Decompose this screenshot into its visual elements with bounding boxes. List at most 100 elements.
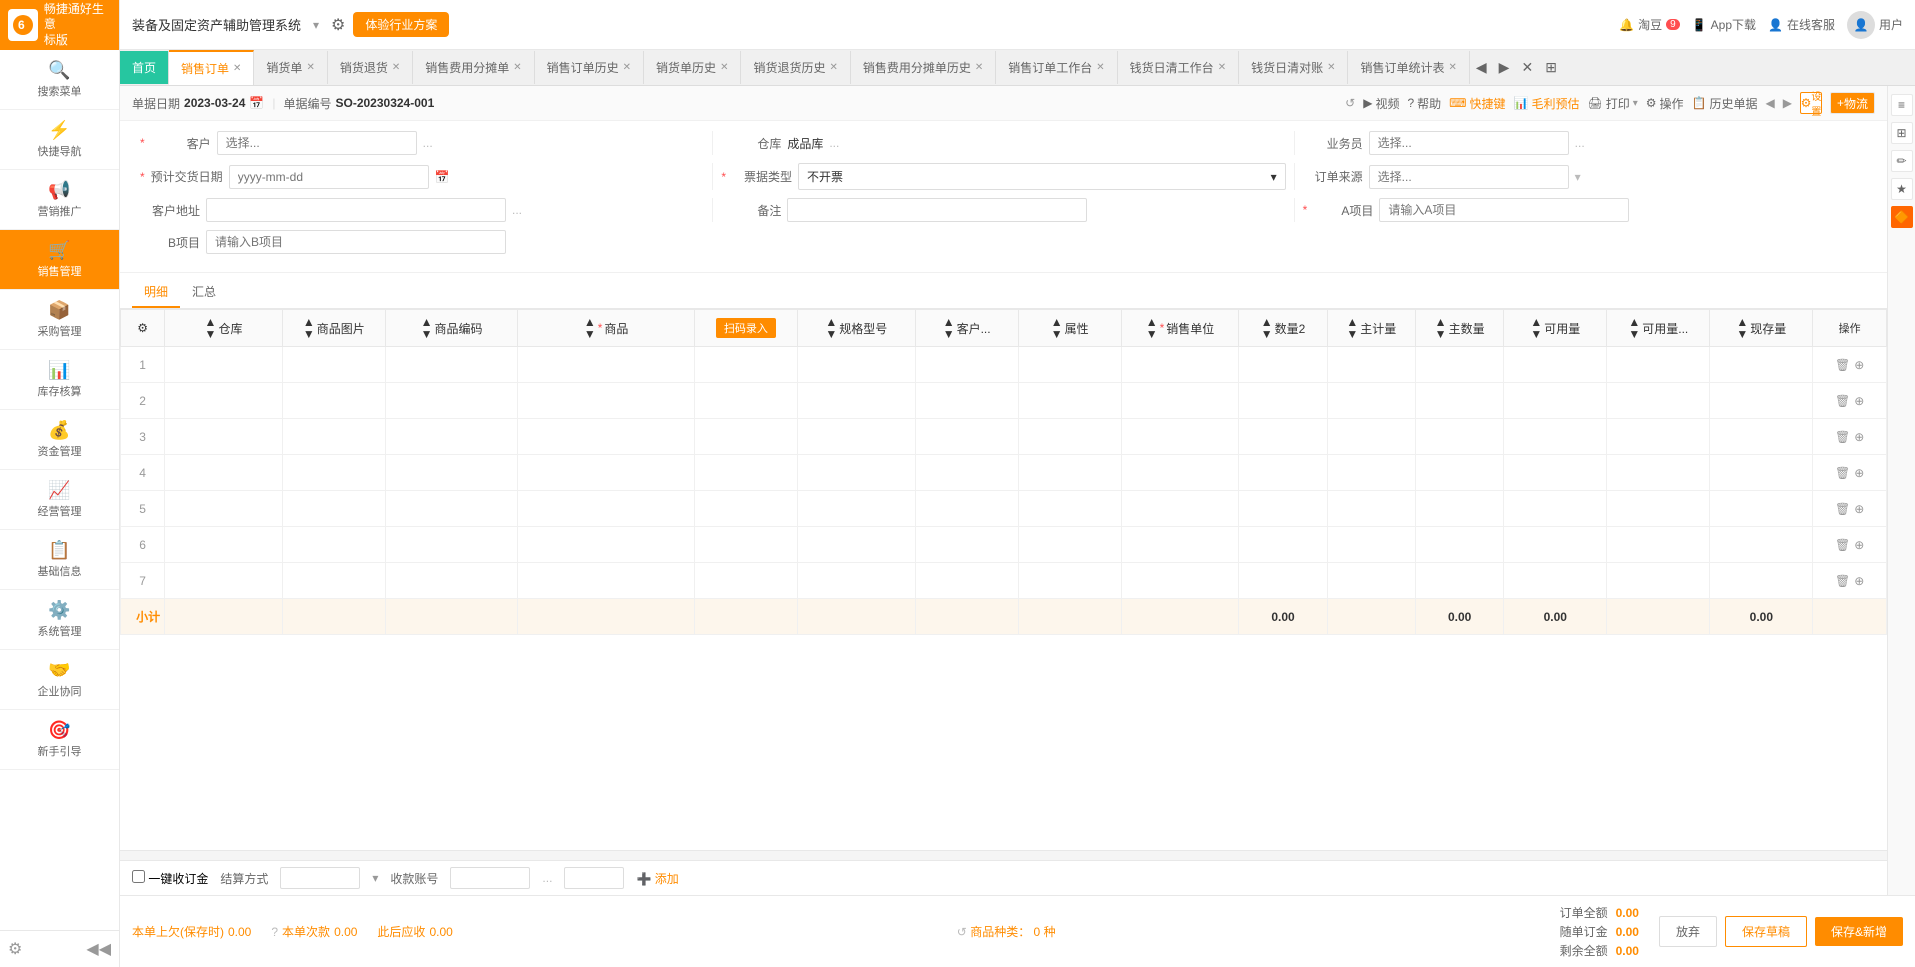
- input-spec[interactable]: [802, 574, 911, 588]
- tab-8[interactable]: 销售订单工作台✕: [996, 51, 1117, 84]
- cell-image[interactable]: [282, 419, 385, 455]
- cell-spec[interactable]: [797, 527, 915, 563]
- input-avail2[interactable]: [1611, 574, 1705, 588]
- cell-attr[interactable]: [1018, 455, 1121, 491]
- cell-main_unit[interactable]: [1327, 491, 1415, 527]
- input-main_unit[interactable]: [1332, 538, 1411, 552]
- input-current[interactable]: [1714, 574, 1808, 588]
- save-new-btn[interactable]: 保存&新增: [1815, 917, 1903, 946]
- cell-warehouse[interactable]: [165, 563, 283, 599]
- cell-avail[interactable]: [1504, 563, 1607, 599]
- profit-btn[interactable]: 📊毛利预估: [1514, 95, 1580, 112]
- app-download-btn[interactable]: 📱 App下载: [1692, 16, 1756, 33]
- cell-avail2[interactable]: [1607, 455, 1710, 491]
- input-scan[interactable]: [699, 358, 793, 372]
- amount-input[interactable]: 0.00: [564, 867, 624, 889]
- cell-unit[interactable]: [1121, 419, 1239, 455]
- sidebar-item-5[interactable]: 📊库存核算: [0, 350, 119, 410]
- cell-avail2[interactable]: [1607, 347, 1710, 383]
- input-customer_code[interactable]: [920, 466, 1014, 480]
- input-image[interactable]: [287, 538, 381, 552]
- cell-code[interactable]: [385, 383, 517, 419]
- cell-scan[interactable]: [694, 491, 797, 527]
- cell-code[interactable]: [385, 563, 517, 599]
- delete-row-icon[interactable]: 🗑: [1835, 538, 1850, 552]
- input-image[interactable]: [287, 502, 381, 516]
- add-payment-btn[interactable]: ➕ 添加: [636, 870, 678, 887]
- cell-unit[interactable]: [1121, 491, 1239, 527]
- input-avail2[interactable]: [1611, 538, 1705, 552]
- cell-unit[interactable]: [1121, 383, 1239, 419]
- account-input[interactable]: [450, 867, 530, 889]
- cell-spec[interactable]: [797, 419, 915, 455]
- inner-tab-0[interactable]: 明细: [132, 277, 180, 308]
- tab-close-9[interactable]: ✕: [1218, 62, 1226, 73]
- input-main_qty[interactable]: [1420, 466, 1499, 480]
- cell-avail[interactable]: [1504, 491, 1607, 527]
- nav-prev-icon[interactable]: ◀: [1766, 96, 1775, 110]
- cell-spec[interactable]: [797, 455, 915, 491]
- gear-th-icon[interactable]: ⚙: [137, 321, 148, 335]
- discard-btn[interactable]: 放弃: [1659, 916, 1717, 947]
- cell-avail[interactable]: [1504, 419, 1607, 455]
- input-attr[interactable]: [1023, 358, 1117, 372]
- cell-main_unit[interactable]: [1327, 455, 1415, 491]
- cell-current[interactable]: [1710, 527, 1813, 563]
- input-main_qty[interactable]: [1420, 502, 1499, 516]
- online-service-btn[interactable]: 👤 在线客服: [1768, 16, 1835, 33]
- warehouse-more-btn[interactable]: ...: [829, 136, 839, 150]
- customer-addr-input[interactable]: [206, 198, 506, 222]
- sidebar-item-7[interactable]: 📈经营管理: [0, 470, 119, 530]
- cell-current[interactable]: [1710, 491, 1813, 527]
- tab-close-8[interactable]: ✕: [1096, 62, 1104, 73]
- cell-current[interactable]: [1710, 347, 1813, 383]
- cell-product[interactable]: [518, 383, 695, 419]
- cell-avail2[interactable]: [1607, 383, 1710, 419]
- input-current[interactable]: [1714, 394, 1808, 408]
- tab-prev-icon[interactable]: ◀: [1470, 55, 1493, 80]
- sidebar-collapse-icon[interactable]: ◀◀: [86, 939, 111, 959]
- input-image[interactable]: [287, 358, 381, 372]
- sidebar-item-2[interactable]: 📢营销推广: [0, 170, 119, 230]
- customer-more-btn[interactable]: ...: [423, 136, 433, 150]
- cell-qty2[interactable]: [1239, 563, 1327, 599]
- cell-image[interactable]: [282, 347, 385, 383]
- cell-main_qty[interactable]: [1415, 347, 1503, 383]
- cell-code[interactable]: [385, 455, 517, 491]
- input-image[interactable]: [287, 394, 381, 408]
- cell-customer_code[interactable]: [915, 383, 1018, 419]
- input-code[interactable]: [390, 502, 513, 516]
- input-current[interactable]: [1714, 358, 1808, 372]
- cell-customer_code[interactable]: [915, 347, 1018, 383]
- calendar-icon[interactable]: 📅: [249, 96, 264, 110]
- add-product-btn[interactable]: + 物流: [1830, 92, 1875, 114]
- input-spec[interactable]: [802, 430, 911, 444]
- cell-code[interactable]: [385, 347, 517, 383]
- one-click-checkbox[interactable]: [132, 870, 145, 883]
- cell-current[interactable]: [1710, 383, 1813, 419]
- staff-more-btn[interactable]: ...: [1575, 136, 1585, 150]
- input-scan[interactable]: [699, 574, 793, 588]
- tab-2[interactable]: 销货退货✕: [328, 51, 413, 84]
- cell-qty2[interactable]: [1239, 347, 1327, 383]
- input-spec[interactable]: [802, 394, 911, 408]
- tab-close-1[interactable]: ✕: [306, 62, 314, 73]
- cell-avail[interactable]: [1504, 455, 1607, 491]
- addr-more-btn[interactable]: ...: [512, 203, 522, 217]
- cell-avail[interactable]: [1504, 383, 1607, 419]
- input-avail[interactable]: [1508, 430, 1602, 444]
- cell-avail2[interactable]: [1607, 527, 1710, 563]
- tab-4[interactable]: 销售订单历史✕: [535, 51, 644, 84]
- input-code[interactable]: [390, 430, 513, 444]
- tab-10[interactable]: 钱货日清对账✕: [1239, 51, 1348, 84]
- cell-scan[interactable]: [694, 383, 797, 419]
- input-avail[interactable]: [1508, 358, 1602, 372]
- cell-main_qty[interactable]: [1415, 527, 1503, 563]
- input-avail2[interactable]: [1611, 466, 1705, 480]
- cell-warehouse[interactable]: [165, 383, 283, 419]
- save-draft-btn[interactable]: 保存草稿: [1725, 916, 1807, 947]
- right-tool-star-icon[interactable]: ★: [1891, 178, 1913, 200]
- cell-attr[interactable]: [1018, 491, 1121, 527]
- copy-row-icon[interactable]: ⊕: [1854, 502, 1864, 516]
- input-warehouse[interactable]: [169, 574, 278, 588]
